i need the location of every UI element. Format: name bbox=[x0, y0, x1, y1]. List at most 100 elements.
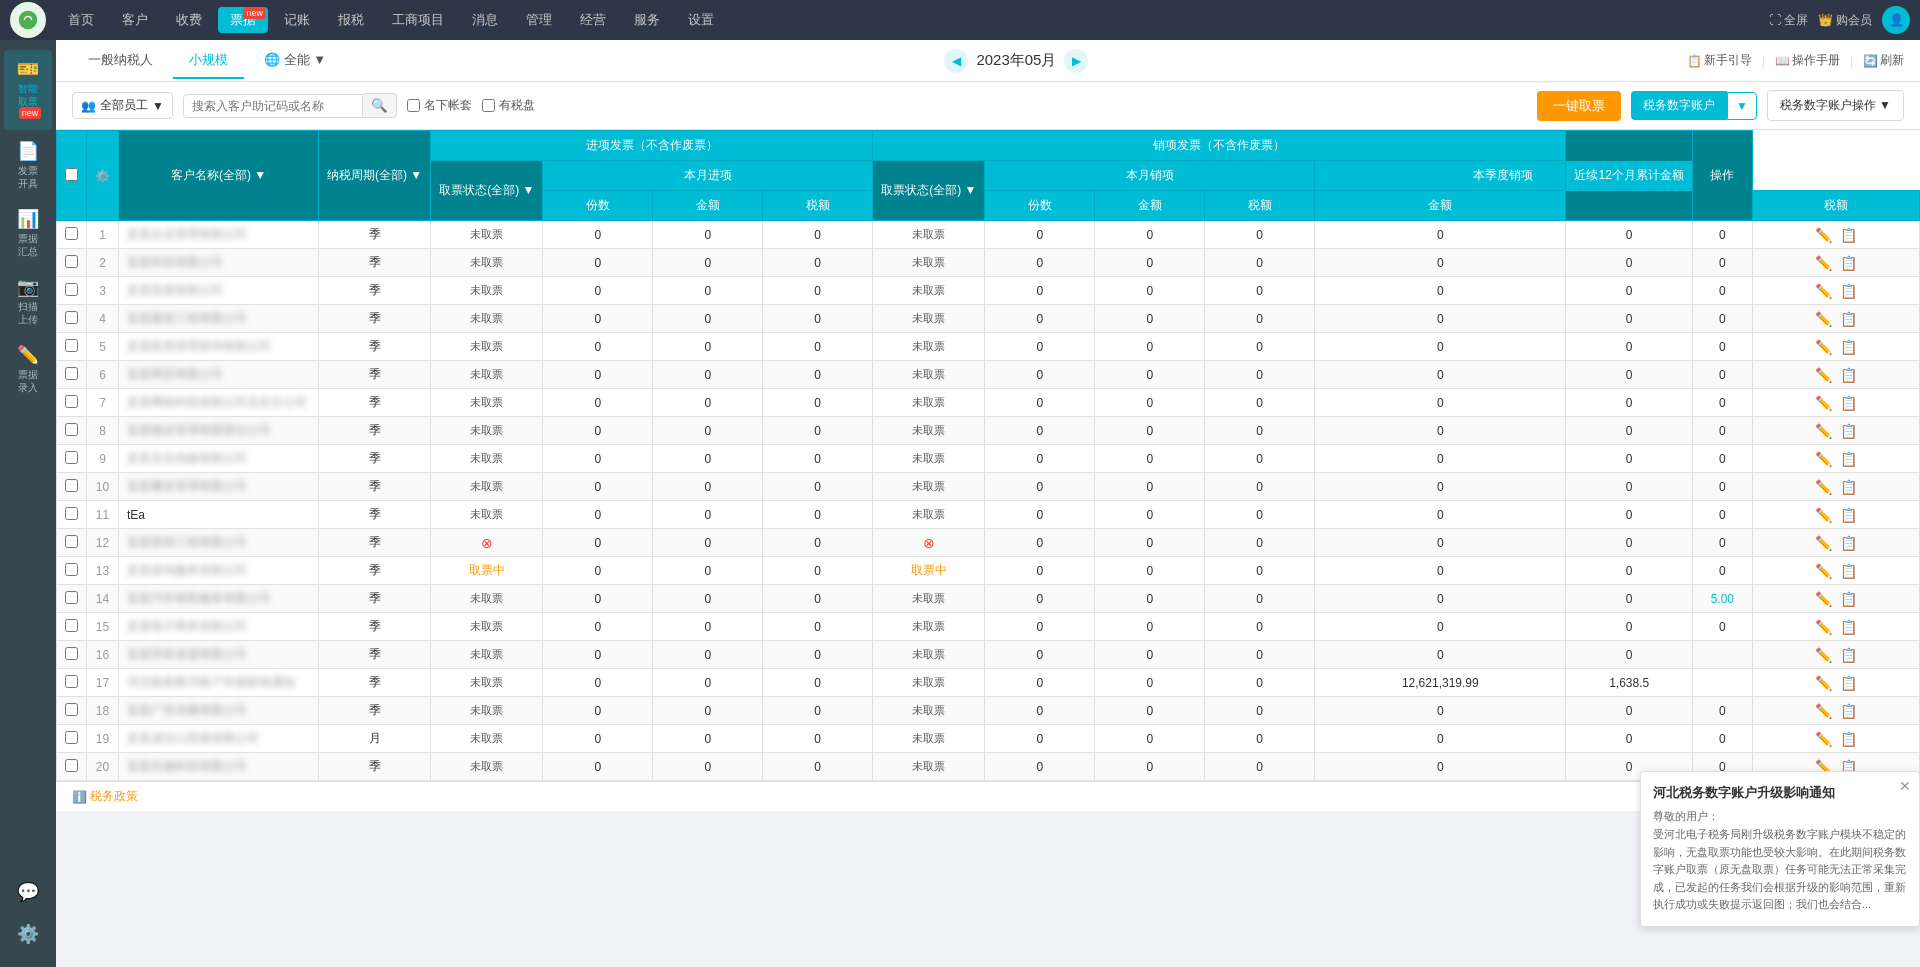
row-checkbox[interactable] bbox=[65, 283, 78, 296]
row-checkbox[interactable] bbox=[65, 647, 78, 660]
customer-name-cell[interactable]: tEa bbox=[119, 501, 319, 529]
edit-icon[interactable]: ✏️ bbox=[1815, 283, 1832, 299]
copy-icon[interactable]: 📋 bbox=[1840, 367, 1857, 383]
copy-icon[interactable]: 📋 bbox=[1840, 703, 1857, 719]
next-month-button[interactable]: ▶ bbox=[1064, 49, 1088, 73]
nav-home[interactable]: 首页 bbox=[56, 7, 106, 33]
row-checkbox[interactable] bbox=[65, 479, 78, 492]
customer-name-cell[interactable]: 某某贸易有限公司 bbox=[119, 277, 319, 305]
row-checkbox[interactable] bbox=[65, 451, 78, 464]
manual-link[interactable]: 📖 操作手册 bbox=[1775, 52, 1840, 69]
edit-icon[interactable]: ✏️ bbox=[1815, 479, 1832, 495]
row-checkbox[interactable] bbox=[65, 619, 78, 632]
copy-icon[interactable]: 📋 bbox=[1840, 563, 1857, 579]
customer-name-cell[interactable]: 某某企业管理有限公司 bbox=[119, 221, 319, 249]
nav-manage[interactable]: 管理 bbox=[514, 7, 564, 33]
edit-icon[interactable]: ✏️ bbox=[1815, 619, 1832, 635]
search-input[interactable] bbox=[183, 94, 363, 118]
edit-icon[interactable]: ✏️ bbox=[1815, 255, 1832, 271]
customer-name-cell[interactable]: 某某电子商务有限公司 bbox=[119, 613, 319, 641]
nav-settings[interactable]: 设置 bbox=[676, 7, 726, 33]
row-checkbox[interactable] bbox=[65, 507, 78, 520]
copy-icon[interactable]: 📋 bbox=[1840, 423, 1857, 439]
row-checkbox[interactable] bbox=[65, 731, 78, 744]
copy-icon[interactable]: 📋 bbox=[1840, 731, 1857, 747]
customer-name-cell[interactable]: 某某餐饮管理有限公司 bbox=[119, 473, 319, 501]
tab-small-scale[interactable]: 小规模 bbox=[173, 43, 244, 79]
edit-icon[interactable]: ✏️ bbox=[1815, 703, 1832, 719]
customer-name-cell[interactable]: 某某建筑工程有限公司 bbox=[119, 305, 319, 333]
notification-close-button[interactable]: ✕ bbox=[1899, 778, 1911, 794]
sidebar-item-invoice-summary[interactable]: 📊 票据汇总 bbox=[4, 200, 52, 266]
edit-icon[interactable]: ✏️ bbox=[1815, 591, 1832, 607]
nav-business[interactable]: 工商项目 bbox=[380, 7, 456, 33]
customer-name-cell[interactable]: 河北税务数字账户升级影响通知 bbox=[119, 669, 319, 697]
sidebar-item-messages[interactable]: 💬 bbox=[4, 873, 52, 913]
row-checkbox[interactable] bbox=[65, 339, 78, 352]
customer-name-cell[interactable]: 某某广告传播有限公司 bbox=[119, 697, 319, 725]
customer-name-cell[interactable]: 某某商贸有限公司 bbox=[119, 361, 319, 389]
copy-icon[interactable]: 📋 bbox=[1840, 283, 1857, 299]
customer-name-cell[interactable]: 某某网络科技有限公司北京分公司 bbox=[119, 389, 319, 417]
copy-icon[interactable]: 📋 bbox=[1840, 339, 1857, 355]
vip-button[interactable]: 👑 购会员 bbox=[1818, 12, 1872, 29]
sidebar-item-settings[interactable]: ⚙️ bbox=[4, 915, 52, 955]
nav-tax[interactable]: 报税 bbox=[326, 7, 376, 33]
edit-icon[interactable]: ✏️ bbox=[1815, 647, 1832, 663]
customer-name-cell[interactable]: 某某装饰工程有限公司 bbox=[119, 529, 319, 557]
sidebar-item-smart-ticket[interactable]: 🎫 智能取票 new bbox=[4, 50, 52, 130]
row-checkbox[interactable] bbox=[65, 423, 78, 436]
copy-icon[interactable]: 📋 bbox=[1840, 535, 1857, 551]
row-checkbox[interactable] bbox=[65, 563, 78, 576]
copy-icon[interactable]: 📋 bbox=[1840, 675, 1857, 691]
row-checkbox[interactable] bbox=[65, 535, 78, 548]
edit-icon[interactable]: ✏️ bbox=[1815, 423, 1832, 439]
user-avatar[interactable]: 👤 bbox=[1882, 6, 1910, 34]
header-in-status[interactable]: 取票状态(全部) ▼ bbox=[431, 161, 543, 221]
header-customer-name[interactable]: 客户名称(全部) ▼ bbox=[119, 131, 319, 221]
row-checkbox[interactable] bbox=[65, 591, 78, 604]
edit-icon[interactable]: ✏️ bbox=[1815, 227, 1832, 243]
employee-filter-select[interactable]: 👥 全部员工 ▼ bbox=[72, 92, 173, 119]
customer-name-cell[interactable]: 某某生物科技有限公司 bbox=[119, 753, 319, 781]
tab-all-capable[interactable]: 🌐 全能 ▼ bbox=[248, 43, 342, 79]
row-checkbox[interactable] bbox=[65, 703, 78, 716]
copy-icon[interactable]: 📋 bbox=[1840, 507, 1857, 523]
copy-icon[interactable]: 📋 bbox=[1840, 395, 1857, 411]
sub-account-checkbox-label[interactable]: 名下帐套 bbox=[407, 97, 472, 114]
tax-policy-link[interactable]: ℹ️ 税务政策 bbox=[72, 788, 138, 805]
row-checkbox[interactable] bbox=[65, 675, 78, 688]
edit-icon[interactable]: ✏️ bbox=[1815, 731, 1832, 747]
customer-name-cell[interactable]: 某某科技有限公司 bbox=[119, 249, 319, 277]
copy-icon[interactable]: 📋 bbox=[1840, 591, 1857, 607]
header-out-status[interactable]: 取票状态(全部) ▼ bbox=[873, 161, 985, 221]
row-checkbox[interactable] bbox=[65, 395, 78, 408]
search-button[interactable]: 🔍 bbox=[363, 93, 397, 118]
row-checkbox[interactable] bbox=[65, 367, 78, 380]
edit-icon[interactable]: ✏️ bbox=[1815, 563, 1832, 579]
row-checkbox[interactable] bbox=[65, 255, 78, 268]
row-checkbox[interactable] bbox=[65, 227, 78, 240]
row-checkbox[interactable] bbox=[65, 311, 78, 324]
new-user-guide-link[interactable]: 📋 新手引导 bbox=[1687, 52, 1752, 69]
sidebar-item-invoice-open[interactable]: 📄 发票开具 bbox=[4, 132, 52, 198]
sidebar-item-scan-upload[interactable]: 📷 扫描上传 bbox=[4, 268, 52, 334]
copy-icon[interactable]: 📋 bbox=[1840, 451, 1857, 467]
customer-name-cell[interactable]: 某某文化传媒有限公司 bbox=[119, 445, 319, 473]
edit-icon[interactable]: ✏️ bbox=[1815, 507, 1832, 523]
sidebar-item-invoice-entry[interactable]: ✏️ 票据录入 bbox=[4, 336, 52, 402]
row-checkbox[interactable] bbox=[65, 759, 78, 772]
copy-icon[interactable]: 📋 bbox=[1840, 619, 1857, 635]
header-tax-cycle[interactable]: 纳税周期(全部) ▼ bbox=[319, 131, 431, 221]
sub-account-checkbox[interactable] bbox=[407, 99, 420, 112]
edit-icon[interactable]: ✏️ bbox=[1815, 675, 1832, 691]
copy-icon[interactable]: 📋 bbox=[1840, 311, 1857, 327]
nav-fee[interactable]: 收费 bbox=[164, 7, 214, 33]
edit-icon[interactable]: ✏️ bbox=[1815, 451, 1832, 467]
refresh-button[interactable]: 🔄 刷新 bbox=[1863, 52, 1904, 69]
customer-name-cell[interactable]: 某某物业管理有限责任公司 bbox=[119, 417, 319, 445]
copy-icon[interactable]: 📋 bbox=[1840, 647, 1857, 663]
customer-name-cell[interactable]: 某某进出口贸易有限公司 bbox=[119, 725, 319, 753]
customer-name-cell[interactable]: 某某汽车销售服务有限公司 bbox=[119, 585, 319, 613]
edit-icon[interactable]: ✏️ bbox=[1815, 339, 1832, 355]
